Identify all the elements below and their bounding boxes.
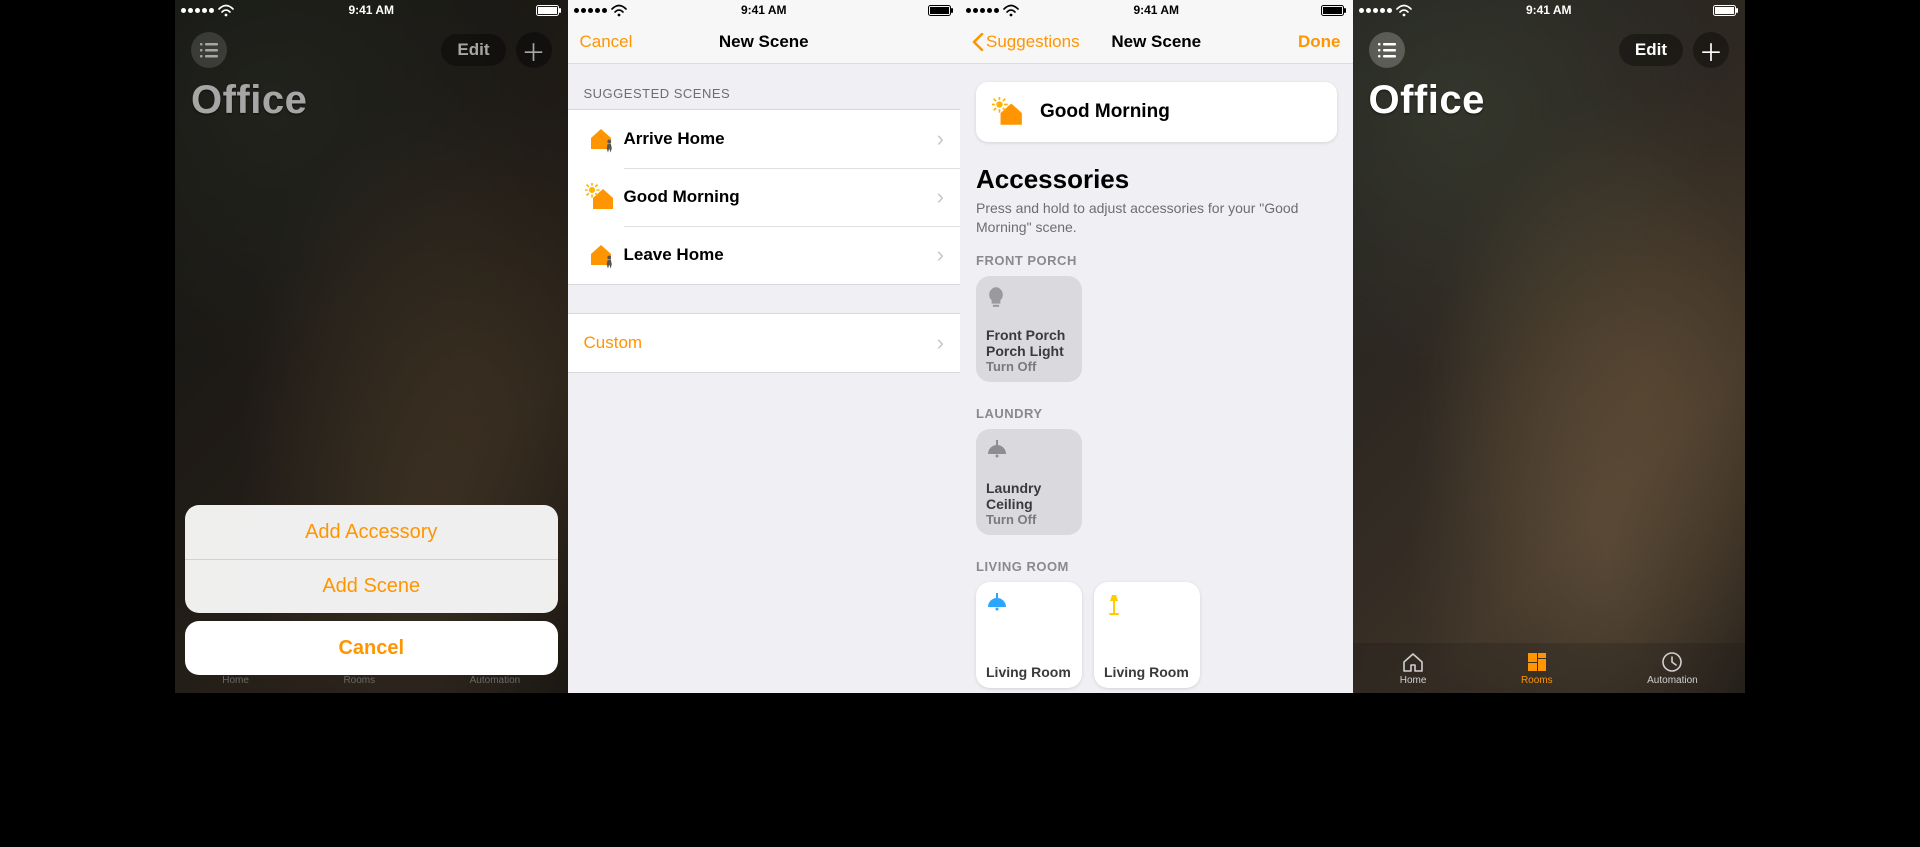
- ceiling-light-icon: [986, 439, 1008, 459]
- nav-bar: Cancel New Scene: [568, 20, 961, 64]
- disclosure-icon: ›: [937, 126, 944, 152]
- nav-bar: Suggestions New Scene Done: [960, 20, 1353, 64]
- suggested-scene-leave-home[interactable]: Leave Home ›: [568, 226, 961, 284]
- status-time: 9:41 AM: [960, 3, 1353, 17]
- status-time: 9:41 AM: [568, 3, 961, 17]
- list-icon: [1375, 40, 1399, 60]
- accessory-tile-living-room-2[interactable]: Living Room: [1094, 582, 1200, 688]
- floor-lamp-icon: [1104, 592, 1124, 616]
- disclosure-icon: ›: [937, 330, 944, 356]
- screen-new-scene-configure: 9:41 AM Suggestions New Scene Done Good …: [960, 0, 1353, 693]
- add-accessory-button[interactable]: Add Accessory: [185, 505, 558, 559]
- tab-home[interactable]: Home: [1400, 650, 1427, 686]
- status-bar: 9:41 AM: [175, 0, 568, 20]
- cancel-button[interactable]: Cancel: [580, 20, 633, 64]
- tab-automation[interactable]: Automation: [1647, 650, 1698, 686]
- scene-name-field[interactable]: Good Morning: [976, 82, 1337, 142]
- custom-scene-button[interactable]: Custom ›: [568, 314, 961, 372]
- done-button[interactable]: Done: [1298, 20, 1341, 64]
- accessory-tile-laundry-ceiling[interactable]: LaundryCeiling Turn Off: [976, 429, 1082, 535]
- accessories-subtext: Press and hold to adjust accessories for…: [976, 199, 1337, 237]
- suggested-scene-arrive-home[interactable]: Arrive Home ›: [568, 110, 961, 168]
- chevron-left-icon: [972, 33, 984, 51]
- add-scene-button[interactable]: Add Scene: [185, 559, 558, 613]
- action-sheet: Add Accessory Add Scene Cancel: [185, 505, 558, 683]
- group-header-front-porch: FRONT PORCH: [976, 253, 1337, 268]
- sun-house-icon: [584, 183, 616, 211]
- leave-house-icon: [584, 241, 616, 269]
- bulb-icon: [986, 286, 1006, 308]
- edit-button[interactable]: Edit: [1619, 34, 1683, 66]
- automation-tab-icon: [1660, 650, 1684, 674]
- accessory-tile-living-room-1[interactable]: Living Room: [976, 582, 1082, 688]
- cancel-button[interactable]: Cancel: [185, 621, 558, 675]
- accessories-heading: Accessories: [976, 164, 1337, 195]
- status-bar: 9:41 AM: [1353, 0, 1746, 20]
- home-tab-icon: [1401, 650, 1425, 674]
- group-header-laundry: LAUNDRY: [976, 406, 1337, 421]
- suggested-scenes-header: SUGGESTED SCENES: [568, 64, 961, 109]
- screen-new-scene-suggestions: 9:41 AM Cancel New Scene SUGGESTED SCENE…: [568, 0, 961, 693]
- accessory-tile-front-porch-light[interactable]: Front PorchPorch Light Turn Off: [976, 276, 1082, 382]
- screen-home-result: 9:41 AM Edit ＋ Office Scenes Good Mornin…: [1353, 0, 1746, 693]
- page-title: Office: [1369, 78, 1730, 123]
- screen-home-action-sheet: 9:41 AM Edit ＋ Office Scenes Good Night …: [175, 0, 568, 693]
- tab-bar: Home Rooms Automation: [1353, 643, 1746, 693]
- status-time: 9:41 AM: [1353, 3, 1746, 17]
- sun-house-icon: [992, 97, 1024, 127]
- tab-rooms[interactable]: Rooms: [1521, 650, 1553, 686]
- rooms-tab-icon: [1525, 650, 1549, 674]
- ceiling-light-icon: [986, 592, 1008, 612]
- status-bar: 9:41 AM: [960, 0, 1353, 20]
- add-button[interactable]: ＋: [1693, 32, 1729, 68]
- back-button[interactable]: Suggestions: [972, 20, 1080, 64]
- nav-title: New Scene: [719, 32, 809, 52]
- group-header-living-room: LIVING ROOM: [976, 559, 1337, 574]
- suggested-scene-good-morning[interactable]: Good Morning ›: [568, 168, 961, 226]
- plus-icon: ＋: [1699, 33, 1723, 68]
- status-time: 9:41 AM: [175, 3, 568, 17]
- status-bar: 9:41 AM: [568, 0, 961, 20]
- disclosure-icon: ›: [937, 242, 944, 268]
- rooms-list-button[interactable]: [1369, 32, 1405, 68]
- nav-title: New Scene: [1111, 32, 1201, 52]
- arrive-house-icon: [584, 125, 616, 153]
- disclosure-icon: ›: [937, 184, 944, 210]
